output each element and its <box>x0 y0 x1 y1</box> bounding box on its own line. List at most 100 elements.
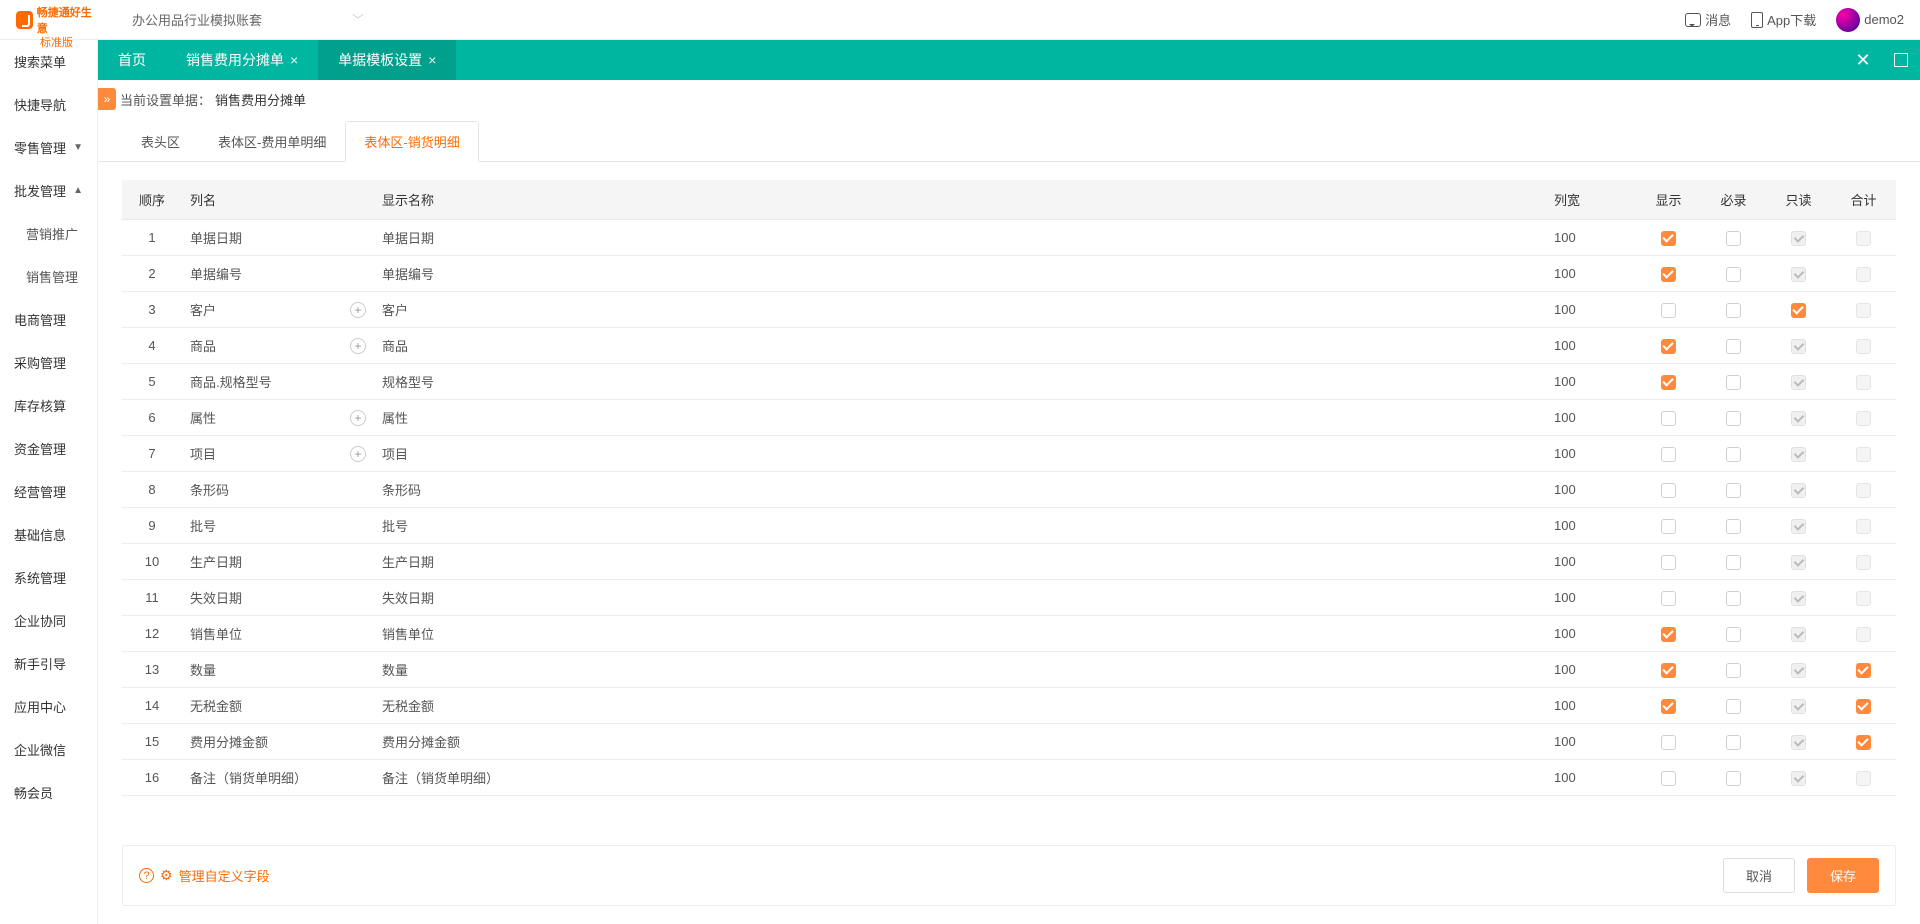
sidebar-item[interactable]: 畅会员 <box>0 771 97 814</box>
expand-button[interactable]: + <box>350 410 366 426</box>
cell-display-name[interactable]: 无税金额 <box>374 688 1546 724</box>
checkbox[interactable] <box>1856 735 1871 750</box>
checkbox[interactable] <box>1726 771 1741 786</box>
cell-display-name[interactable]: 商品 <box>374 328 1546 364</box>
save-button[interactable]: 保存 <box>1807 858 1879 893</box>
checkbox[interactable] <box>1661 483 1676 498</box>
sidebar-item[interactable]: 资金管理 <box>0 427 97 470</box>
cell-width[interactable]: 100 <box>1546 472 1636 508</box>
sidebar-item[interactable]: 经营管理 <box>0 470 97 513</box>
sidebar-item[interactable]: 库存核算 <box>0 384 97 427</box>
cell-display-name[interactable]: 销售单位 <box>374 616 1546 652</box>
expand-button[interactable]: + <box>350 302 366 318</box>
checkbox[interactable] <box>1726 375 1741 390</box>
cell-display-name[interactable]: 数量 <box>374 652 1546 688</box>
checkbox[interactable] <box>1661 447 1676 462</box>
messages-button[interactable]: 消息 <box>1685 10 1731 29</box>
checkbox[interactable] <box>1856 699 1871 714</box>
cell-width[interactable]: 100 <box>1546 724 1636 760</box>
cell-width[interactable]: 100 <box>1546 688 1636 724</box>
cell-display-name[interactable]: 批号 <box>374 508 1546 544</box>
checkbox[interactable] <box>1726 483 1741 498</box>
checkbox[interactable] <box>1726 339 1741 354</box>
account-set-selector[interactable]: 办公用品行业模拟账套 ﹀ <box>132 10 364 29</box>
help-icon[interactable]: ? <box>139 868 154 883</box>
checkbox[interactable] <box>1726 555 1741 570</box>
cancel-button[interactable]: 取消 <box>1723 858 1795 893</box>
cell-display-name[interactable]: 项目 <box>374 436 1546 472</box>
manage-custom-fields-link[interactable]: 管理自定义字段 <box>179 866 270 885</box>
sidebar-item[interactable]: 企业微信 <box>0 728 97 771</box>
tab[interactable]: 销售费用分摊单× <box>166 40 318 80</box>
checkbox[interactable] <box>1661 339 1676 354</box>
sidebar-item[interactable]: 销售管理 <box>0 255 97 298</box>
checkbox[interactable] <box>1726 699 1741 714</box>
fullscreen-button[interactable] <box>1882 40 1920 80</box>
cell-width[interactable]: 100 <box>1546 544 1636 580</box>
cell-width[interactable]: 100 <box>1546 580 1636 616</box>
subtab[interactable]: 表体区-销货明细 <box>345 121 478 162</box>
checkbox[interactable] <box>1791 303 1806 318</box>
checkbox[interactable] <box>1726 591 1741 606</box>
checkbox[interactable] <box>1661 303 1676 318</box>
checkbox[interactable] <box>1726 735 1741 750</box>
checkbox[interactable] <box>1661 375 1676 390</box>
checkbox[interactable] <box>1726 267 1741 282</box>
sidebar-item[interactable]: 新手引导 <box>0 642 97 685</box>
cell-display-name[interactable]: 客户 <box>374 292 1546 328</box>
expand-button[interactable]: + <box>350 446 366 462</box>
cell-width[interactable]: 100 <box>1546 220 1636 256</box>
tab[interactable]: 单据模板设置× <box>318 40 456 80</box>
cell-width[interactable]: 100 <box>1546 364 1636 400</box>
collapse-toggle[interactable]: » <box>98 88 116 110</box>
checkbox[interactable] <box>1661 699 1676 714</box>
cell-width[interactable]: 100 <box>1546 256 1636 292</box>
sidebar-item[interactable]: 快捷导航 <box>0 83 97 126</box>
sidebar-item[interactable]: 系统管理 <box>0 556 97 599</box>
cell-width[interactable]: 100 <box>1546 328 1636 364</box>
cell-display-name[interactable]: 生产日期 <box>374 544 1546 580</box>
checkbox[interactable] <box>1661 627 1676 642</box>
user-menu[interactable]: demo2 <box>1836 8 1904 32</box>
checkbox[interactable] <box>1661 771 1676 786</box>
sidebar-item[interactable]: 企业协同 <box>0 599 97 642</box>
subtab[interactable]: 表体区-费用单明细 <box>199 121 345 162</box>
sidebar-item[interactable]: 批发管理▲ <box>0 169 97 212</box>
checkbox[interactable] <box>1856 663 1871 678</box>
sidebar-item[interactable]: 营销推广 <box>0 212 97 255</box>
cell-width[interactable]: 100 <box>1546 652 1636 688</box>
cell-width[interactable]: 100 <box>1546 616 1636 652</box>
checkbox[interactable] <box>1661 735 1676 750</box>
checkbox[interactable] <box>1661 267 1676 282</box>
sidebar-item[interactable]: 零售管理▼ <box>0 126 97 169</box>
cell-display-name[interactable]: 单据日期 <box>374 220 1546 256</box>
checkbox[interactable] <box>1661 663 1676 678</box>
subtab[interactable]: 表头区 <box>122 121 199 162</box>
checkbox[interactable] <box>1726 447 1741 462</box>
cell-width[interactable]: 100 <box>1546 508 1636 544</box>
checkbox[interactable] <box>1661 231 1676 246</box>
cell-width[interactable]: 100 <box>1546 436 1636 472</box>
checkbox[interactable] <box>1661 411 1676 426</box>
checkbox[interactable] <box>1661 591 1676 606</box>
cell-width[interactable]: 100 <box>1546 760 1636 796</box>
cell-display-name[interactable]: 规格型号 <box>374 364 1546 400</box>
checkbox[interactable] <box>1661 555 1676 570</box>
checkbox[interactable] <box>1726 627 1741 642</box>
cell-display-name[interactable]: 条形码 <box>374 472 1546 508</box>
cell-display-name[interactable]: 单据编号 <box>374 256 1546 292</box>
checkbox[interactable] <box>1726 663 1741 678</box>
tab-close-icon[interactable]: × <box>290 52 298 68</box>
app-download-button[interactable]: App下载 <box>1751 10 1816 29</box>
cell-display-name[interactable]: 属性 <box>374 400 1546 436</box>
checkbox[interactable] <box>1726 411 1741 426</box>
cell-width[interactable]: 100 <box>1546 400 1636 436</box>
sidebar-item[interactable]: 电商管理 <box>0 298 97 341</box>
checkbox[interactable] <box>1726 519 1741 534</box>
checkbox[interactable] <box>1661 519 1676 534</box>
tab[interactable]: 首页 <box>98 40 166 80</box>
cell-display-name[interactable]: 备注（销货单明细） <box>374 760 1546 796</box>
checkbox[interactable] <box>1726 231 1741 246</box>
sidebar-item[interactable]: 应用中心 <box>0 685 97 728</box>
close-all-tabs-button[interactable]: ✕ <box>1844 40 1882 80</box>
